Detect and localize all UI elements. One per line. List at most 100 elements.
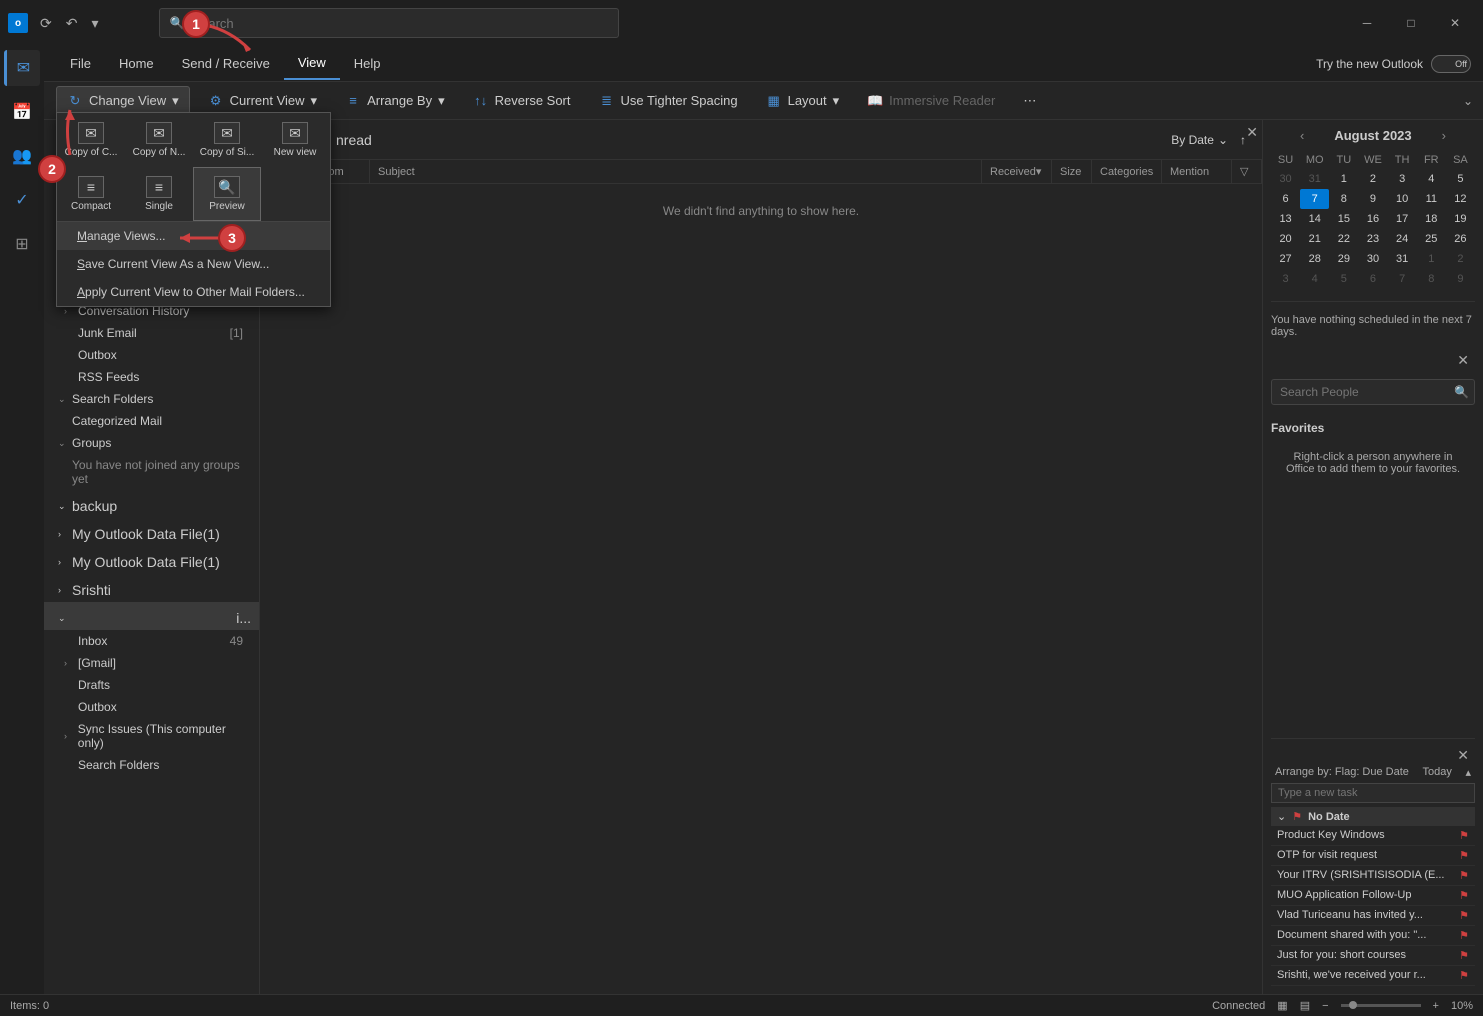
cal-day[interactable]: 20 [1271, 229, 1300, 249]
folder-groups[interactable]: ⌄Groups [44, 432, 259, 454]
cal-day[interactable]: 1 [1329, 169, 1358, 189]
flag-icon[interactable]: ⚑ [1459, 949, 1469, 962]
immersive-reader-button[interactable]: 📖 Immersive Reader [857, 87, 1005, 115]
cal-day[interactable]: 7 [1300, 189, 1329, 209]
search-icon[interactable]: 🔍 [1454, 385, 1469, 399]
arrange-by-button[interactable]: ≡ Arrange By▾ [335, 87, 455, 115]
people-search-input[interactable] [1271, 379, 1475, 405]
rail-todo[interactable]: ✓ [4, 182, 40, 218]
cal-day[interactable]: 12 [1446, 189, 1475, 209]
close-button[interactable]: ✕ [1435, 8, 1475, 38]
refresh-icon[interactable]: ⟳ [40, 15, 52, 32]
task-item[interactable]: MUO Application Follow-Up⚑ [1271, 886, 1475, 906]
cal-day[interactable]: 26 [1446, 229, 1475, 249]
rail-mail[interactable]: ✉ [4, 50, 40, 86]
task-item[interactable]: OTP for visit request⚑ [1271, 846, 1475, 866]
tighter-spacing-button[interactable]: ≣ Use Tighter Spacing [589, 87, 748, 115]
flag-icon[interactable]: ⚑ [1459, 929, 1469, 942]
cal-day[interactable]: 30 [1358, 249, 1387, 269]
cal-day[interactable]: 30 [1271, 169, 1300, 189]
gallery-item[interactable]: 🔍Preview [193, 167, 261, 221]
section-backup[interactable]: ⌄backup [44, 490, 259, 518]
cal-day[interactable]: 3 [1271, 269, 1300, 289]
cal-day[interactable]: 25 [1417, 229, 1446, 249]
cal-day[interactable]: 15 [1329, 209, 1358, 229]
cal-day[interactable]: 6 [1358, 269, 1387, 289]
folder-rss[interactable]: RSS Feeds [44, 366, 259, 388]
expand-ribbon-icon[interactable]: ⌄ [1463, 94, 1473, 108]
folder-gmail[interactable]: ›[Gmail] [44, 652, 259, 674]
flag-icon[interactable]: ⚑ [1459, 829, 1469, 842]
cal-day[interactable]: 14 [1300, 209, 1329, 229]
cal-day[interactable]: 29 [1329, 249, 1358, 269]
section-srishti[interactable]: ›Srishti [44, 574, 259, 602]
task-item[interactable]: Just for you: short courses⚑ [1271, 946, 1475, 966]
flag-icon[interactable]: ⚑ [1459, 869, 1469, 882]
gallery-item[interactable]: ✉Copy of N... [125, 113, 193, 167]
cal-day[interactable]: 21 [1300, 229, 1329, 249]
task-group-nodate[interactable]: ⌄ ⚑ No Date [1271, 807, 1475, 826]
try-new-toggle[interactable]: Off [1431, 55, 1471, 73]
cal-day[interactable]: 8 [1329, 189, 1358, 209]
undo-icon[interactable]: ↶ [66, 15, 78, 32]
folder-sync[interactable]: ›Sync Issues (This computer only) [44, 718, 259, 754]
sort-bydate[interactable]: By Date ⌄ [1171, 133, 1228, 147]
folder-categorized[interactable]: Categorized Mail [44, 410, 259, 432]
cal-day[interactable]: 11 [1417, 189, 1446, 209]
cal-day[interactable]: 5 [1446, 169, 1475, 189]
rail-people[interactable]: 👥 [4, 138, 40, 174]
cal-day[interactable]: 18 [1417, 209, 1446, 229]
zoom-in-icon[interactable]: + [1433, 1000, 1439, 1012]
cal-next[interactable]: › [1442, 128, 1446, 143]
rail-apps[interactable]: ⊞ [4, 226, 40, 262]
cal-day[interactable]: 4 [1417, 169, 1446, 189]
view-normal-icon[interactable]: ▦ [1277, 999, 1287, 1012]
flag-icon[interactable]: ⚑ [1459, 849, 1469, 862]
cal-day[interactable]: 24 [1388, 229, 1417, 249]
col-received[interactable]: Received ▾ [982, 160, 1052, 183]
sort-direction-icon[interactable]: ↑ [1240, 133, 1246, 147]
cal-day[interactable]: 1 [1417, 249, 1446, 269]
cal-day[interactable]: 4 [1300, 269, 1329, 289]
collapse-icon[interactable]: ▴ [1465, 766, 1471, 779]
task-item[interactable]: Your ITRV (SRISHTISISODIA (E...⚑ [1271, 866, 1475, 886]
tab-home[interactable]: Home [105, 48, 168, 79]
cal-day[interactable]: 5 [1329, 269, 1358, 289]
today-label[interactable]: Today [1423, 766, 1452, 779]
new-task-input[interactable] [1271, 783, 1475, 803]
flag-icon[interactable]: ⚑ [1459, 889, 1469, 902]
minimize-button[interactable]: ─ [1347, 8, 1387, 38]
cal-day[interactable]: 23 [1358, 229, 1387, 249]
cal-day[interactable]: 31 [1300, 169, 1329, 189]
cal-day[interactable]: 2 [1358, 169, 1387, 189]
col-size[interactable]: Size [1052, 160, 1092, 183]
current-view-button[interactable]: ⚙ Current View▾ [198, 87, 327, 115]
zoom-slider[interactable] [1341, 1004, 1421, 1007]
gallery-item[interactable]: ✉Copy of Si... [193, 113, 261, 167]
col-subject[interactable]: Subject [370, 160, 982, 183]
save-view-item[interactable]: Save Current View As a New View... [57, 250, 330, 278]
tab-help[interactable]: Help [340, 48, 395, 79]
task-item[interactable]: Srishti, we've received your r...⚑ [1271, 966, 1475, 986]
folder-junk[interactable]: Junk Email[1] [44, 322, 259, 344]
cal-day[interactable]: 10 [1388, 189, 1417, 209]
gallery-item[interactable]: ≡Single [125, 167, 193, 221]
gallery-item[interactable]: ✉New view [261, 113, 329, 167]
folder-inbox[interactable]: Inbox49 [44, 630, 259, 652]
cal-day[interactable]: 13 [1271, 209, 1300, 229]
cal-day[interactable]: 7 [1388, 269, 1417, 289]
tab-view[interactable]: View [284, 47, 340, 80]
apply-view-item[interactable]: Apply Current View to Other Mail Folders… [57, 278, 330, 306]
cal-day[interactable]: 31 [1388, 249, 1417, 269]
task-item[interactable]: Document shared with you: "...⚑ [1271, 926, 1475, 946]
folder-drafts[interactable]: Drafts [44, 674, 259, 696]
zoom-out-icon / data-interactable[interactable]: − [1322, 1000, 1328, 1012]
cal-day[interactable]: 28 [1300, 249, 1329, 269]
folder-search-folders[interactable]: ⌄Search Folders [44, 388, 259, 410]
view-reading-icon[interactable]: ▤ [1300, 999, 1310, 1012]
folder-outbox2[interactable]: Outbox [44, 696, 259, 718]
section-account[interactable]: ⌄i... [44, 602, 259, 630]
flag-icon[interactable]: ⚑ [1459, 969, 1469, 982]
task-item[interactable]: Vlad Turiceanu has invited y...⚑ [1271, 906, 1475, 926]
layout-button[interactable]: ▦ Layout▾ [756, 87, 850, 115]
